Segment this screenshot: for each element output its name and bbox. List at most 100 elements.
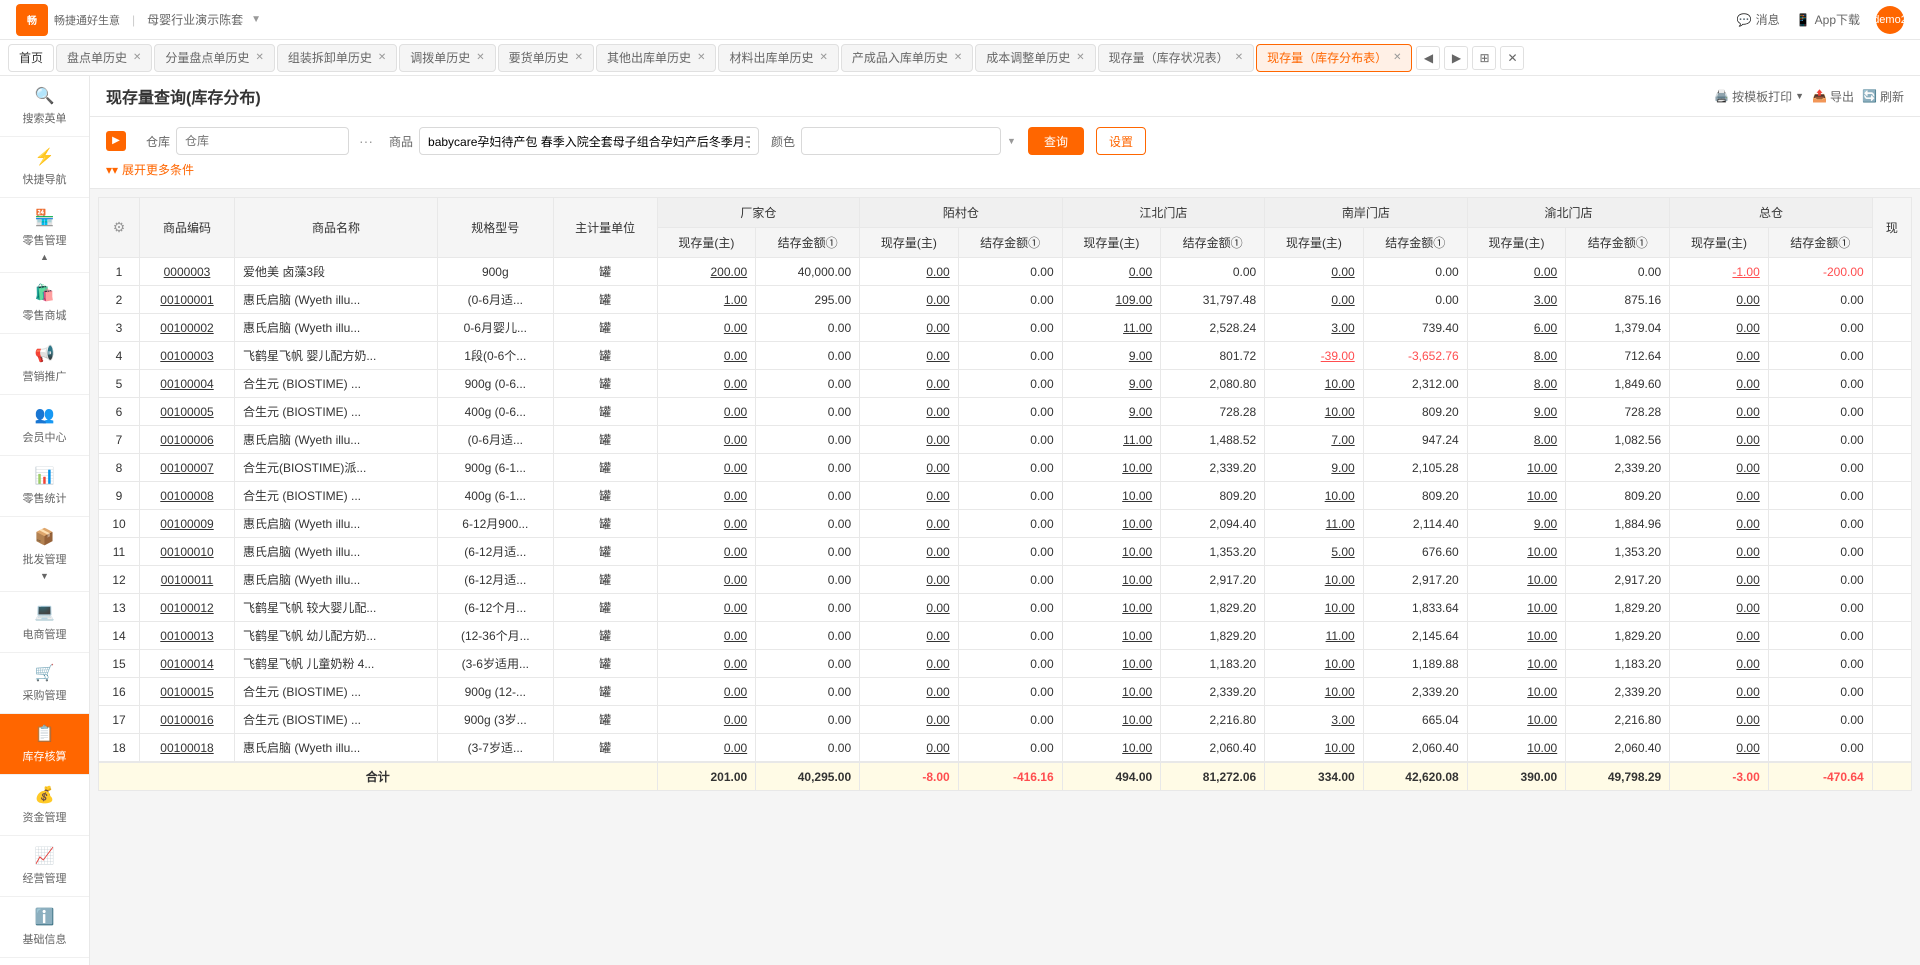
row-total-qty[interactable]: -1.00: [1670, 258, 1769, 286]
row-c3-qty[interactable]: 9.00: [1062, 342, 1161, 370]
sidebar-item-retail-stats[interactable]: 📊 零售统计: [0, 456, 89, 517]
row-c2-qty[interactable]: 0.00: [860, 678, 959, 706]
row-c1-qty[interactable]: 0.00: [657, 370, 756, 398]
warehouse-more-btn[interactable]: ···: [355, 133, 377, 149]
row-total-qty[interactable]: 0.00: [1670, 510, 1769, 538]
row-c1-qty[interactable]: 0.00: [657, 454, 756, 482]
tab-close-stock-status[interactable]: ✕: [1235, 52, 1243, 63]
sidebar-item-ecommerce[interactable]: 💻 电商管理: [0, 592, 89, 653]
row-total-qty[interactable]: 0.00: [1670, 370, 1769, 398]
row-total-qty[interactable]: 0.00: [1670, 426, 1769, 454]
row-c3-qty[interactable]: 10.00: [1062, 510, 1161, 538]
row-c5-qty[interactable]: 9.00: [1467, 510, 1566, 538]
print-btn[interactable]: 🖨️ 按模板打印 ▼: [1714, 88, 1804, 105]
sidebar-item-system[interactable]: ⚙️ 系统管理: [0, 958, 89, 965]
row-total-qty[interactable]: 0.00: [1670, 482, 1769, 510]
row-c4-qty[interactable]: 10.00: [1265, 594, 1364, 622]
table-settings-icon[interactable]: ⚙: [113, 219, 126, 235]
row-c4-qty[interactable]: 11.00: [1265, 510, 1364, 538]
row-c4-qty[interactable]: 10.00: [1265, 650, 1364, 678]
tab-close-cost-adjust[interactable]: ✕: [1076, 52, 1084, 63]
search-button[interactable]: 查询: [1028, 127, 1084, 155]
row-c5-qty[interactable]: 8.00: [1467, 342, 1566, 370]
industry-dropdown-icon[interactable]: ▼: [251, 14, 261, 25]
row-total-qty[interactable]: 0.00: [1670, 286, 1769, 314]
row-c2-qty[interactable]: 0.00: [860, 286, 959, 314]
row-c2-qty[interactable]: 0.00: [860, 566, 959, 594]
collapse-filter-btn[interactable]: ▶: [106, 131, 126, 151]
row-c2-qty[interactable]: 0.00: [860, 426, 959, 454]
row-c3-qty[interactable]: 10.00: [1062, 678, 1161, 706]
row-c1-qty[interactable]: 0.00: [657, 706, 756, 734]
row-c5-qty[interactable]: 10.00: [1467, 538, 1566, 566]
row-c2-qty[interactable]: 0.00: [860, 594, 959, 622]
row-total-qty[interactable]: 0.00: [1670, 650, 1769, 678]
sidebar-item-marketing[interactable]: 📢 营销推广: [0, 334, 89, 395]
row-total-qty[interactable]: 0.00: [1670, 566, 1769, 594]
row-code[interactable]: 00100013: [139, 622, 234, 650]
row-c2-qty[interactable]: 0.00: [860, 538, 959, 566]
row-c5-qty[interactable]: 10.00: [1467, 622, 1566, 650]
row-c3-qty[interactable]: 10.00: [1062, 622, 1161, 650]
row-code[interactable]: 00100018: [139, 734, 234, 763]
row-c1-qty[interactable]: 0.00: [657, 314, 756, 342]
tab-close-transfer[interactable]: ✕: [476, 52, 484, 63]
row-c4-qty[interactable]: 3.00: [1265, 314, 1364, 342]
row-total-qty[interactable]: 0.00: [1670, 594, 1769, 622]
row-total-qty[interactable]: 0.00: [1670, 342, 1769, 370]
row-code[interactable]: 00100006: [139, 426, 234, 454]
row-c3-qty[interactable]: 10.00: [1062, 650, 1161, 678]
app-download-btn[interactable]: 📱 App下载: [1796, 11, 1860, 28]
row-code[interactable]: 00100003: [139, 342, 234, 370]
sidebar-item-retail-mgmt[interactable]: 🏪 零售管理 ▲: [0, 198, 89, 273]
row-c3-qty[interactable]: 109.00: [1062, 286, 1161, 314]
tab-close-material-out[interactable]: ✕: [819, 52, 827, 63]
row-c5-qty[interactable]: 10.00: [1467, 706, 1566, 734]
row-code[interactable]: 00100001: [139, 286, 234, 314]
row-c3-qty[interactable]: 9.00: [1062, 370, 1161, 398]
row-c4-qty[interactable]: 7.00: [1265, 426, 1364, 454]
row-code[interactable]: 00100011: [139, 566, 234, 594]
tab-close-other-out[interactable]: ✕: [697, 52, 705, 63]
row-c1-qty[interactable]: 200.00: [657, 258, 756, 286]
sidebar-item-purchase[interactable]: 🛒 采购管理: [0, 653, 89, 714]
row-c4-qty[interactable]: 0.00: [1265, 286, 1364, 314]
row-c1-qty[interactable]: 0.00: [657, 510, 756, 538]
row-c2-qty[interactable]: 0.00: [860, 510, 959, 538]
row-code[interactable]: 00100007: [139, 454, 234, 482]
row-c1-qty[interactable]: 0.00: [657, 734, 756, 763]
tab-close-product-in[interactable]: ✕: [954, 52, 962, 63]
row-c1-qty[interactable]: 0.00: [657, 622, 756, 650]
row-c2-qty[interactable]: 0.00: [860, 454, 959, 482]
sidebar-item-inventory[interactable]: 📋 库存核算: [0, 714, 89, 775]
row-c2-qty[interactable]: 0.00: [860, 342, 959, 370]
row-c1-qty[interactable]: 0.00: [657, 538, 756, 566]
row-c4-qty[interactable]: 3.00: [1265, 706, 1364, 734]
row-c2-qty[interactable]: 0.00: [860, 734, 959, 763]
row-c2-qty[interactable]: 0.00: [860, 398, 959, 426]
row-c5-qty[interactable]: 8.00: [1467, 370, 1566, 398]
row-c1-qty[interactable]: 0.00: [657, 398, 756, 426]
sidebar-item-operation[interactable]: 📈 经营管理: [0, 836, 89, 897]
row-code[interactable]: 00100012: [139, 594, 234, 622]
export-btn[interactable]: 📤 导出: [1812, 88, 1854, 105]
row-c1-qty[interactable]: 0.00: [657, 426, 756, 454]
warehouse-input[interactable]: [176, 127, 349, 155]
row-c3-qty[interactable]: 10.00: [1062, 566, 1161, 594]
row-c4-qty[interactable]: 10.00: [1265, 398, 1364, 426]
tab-requisition[interactable]: 要货单历史 ✕: [498, 44, 594, 72]
row-code[interactable]: 00100010: [139, 538, 234, 566]
sidebar-item-retail-store[interactable]: 🛍️ 零售商城: [0, 273, 89, 334]
row-c3-qty[interactable]: 9.00: [1062, 398, 1161, 426]
tab-next-btn[interactable]: ▶: [1444, 46, 1468, 70]
tab-prev-btn[interactable]: ◀: [1416, 46, 1440, 70]
message-btn[interactable]: 💬 消息: [1737, 11, 1780, 28]
tab-cost-adjust[interactable]: 成本调整单历史 ✕: [975, 44, 1095, 72]
tab-close-branch-inventory[interactable]: ✕: [255, 52, 263, 63]
row-c1-qty[interactable]: 0.00: [657, 650, 756, 678]
tab-close-requisition[interactable]: ✕: [575, 52, 583, 63]
row-total-qty[interactable]: 0.00: [1670, 622, 1769, 650]
refresh-btn[interactable]: 🔄 刷新: [1862, 88, 1904, 105]
row-total-qty[interactable]: 0.00: [1670, 706, 1769, 734]
row-c1-qty[interactable]: 0.00: [657, 566, 756, 594]
